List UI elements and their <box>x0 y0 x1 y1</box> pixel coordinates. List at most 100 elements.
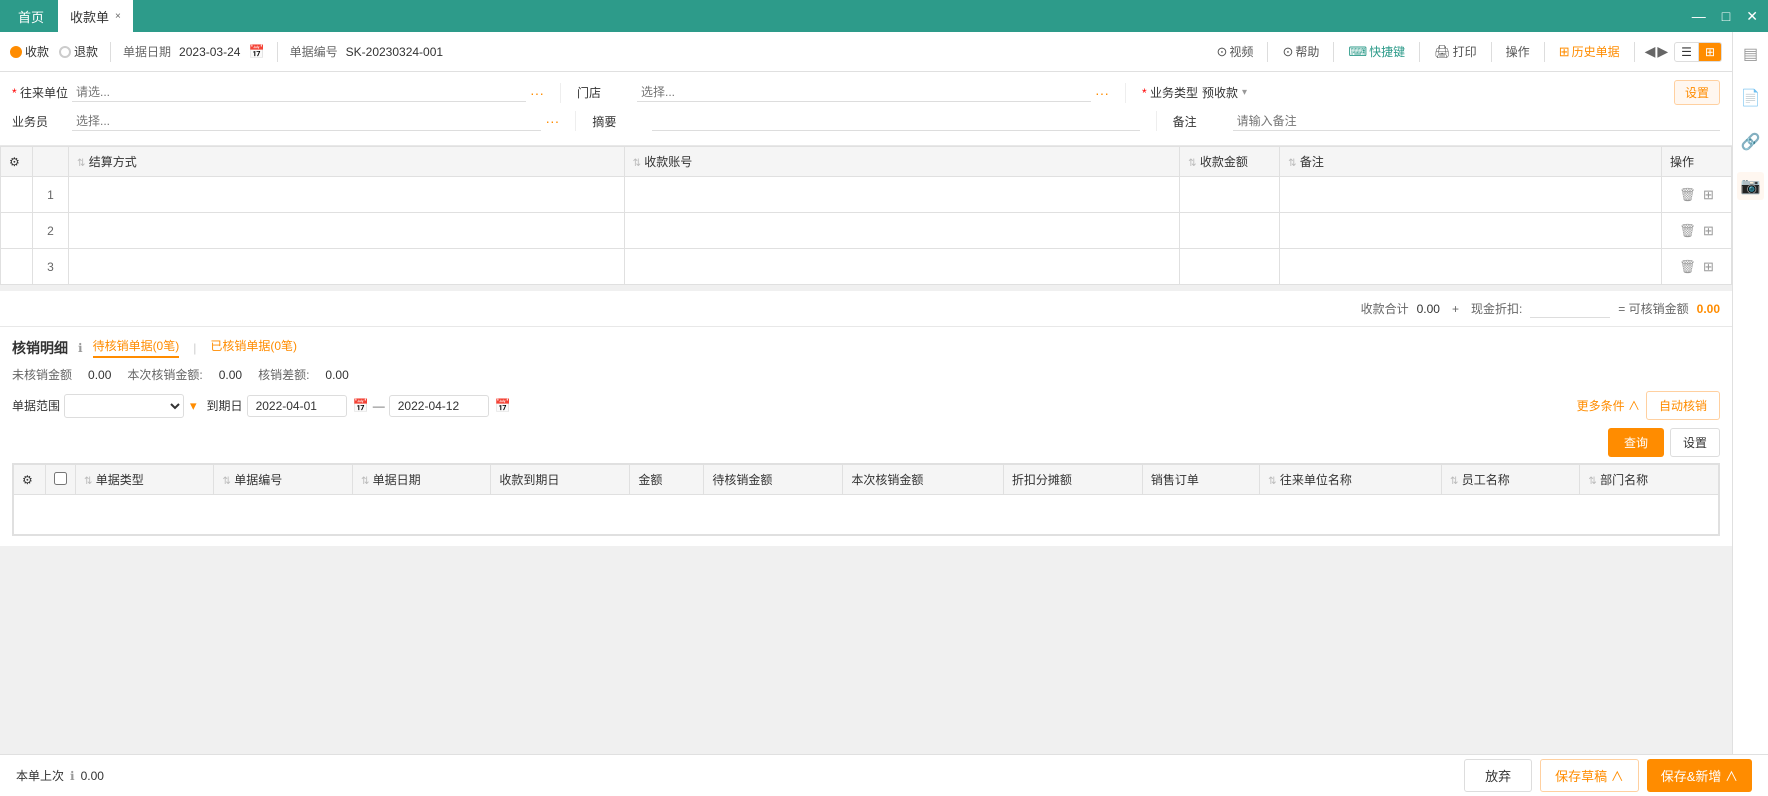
notes-input[interactable] <box>1233 112 1720 131</box>
date-to-calendar-icon[interactable]: 📅 <box>495 398 511 414</box>
vtable-check-header[interactable] <box>46 465 76 495</box>
settings-button[interactable]: 设置 <box>1674 80 1720 105</box>
row2-delete-icon[interactable]: 🗑 <box>1679 223 1696 238</box>
help-button[interactable]: ⊙ 帮助 <box>1278 41 1323 62</box>
verify-title: 核销明细 <box>12 338 68 358</box>
sidebar-link-icon[interactable]: 🔗 <box>1737 128 1765 156</box>
row3-settlement[interactable] <box>69 249 625 285</box>
vamount-label: 金额 <box>638 473 662 487</box>
row1-account[interactable] <box>624 177 1180 213</box>
video-button[interactable]: ⊙ 视频 <box>1213 41 1258 62</box>
right-sidebar: ▤ 📄 🔗 📷 <box>1732 32 1768 754</box>
nav-prev-icon[interactable]: ◀ <box>1645 43 1656 60</box>
tab-bar: 首页 收款单 × — □ ✕ <box>0 0 1768 32</box>
auto-verify-button[interactable]: 自动核销 <box>1646 391 1720 420</box>
counterpart-input[interactable] <box>72 83 526 102</box>
previous-info-icon[interactable]: ℹ <box>70 769 75 783</box>
table-gear-header[interactable]: ⚙ <box>1 147 33 177</box>
shortcut-button[interactable]: ⌨ 快捷键 <box>1344 41 1409 62</box>
row1-amount[interactable] <box>1180 177 1280 213</box>
verify-tab-pending[interactable]: 待核销单据(0笔) <box>93 337 180 358</box>
account-label: 收款账号 <box>644 155 692 169</box>
minimize-button[interactable]: — <box>1686 8 1712 24</box>
row3-amount[interactable] <box>1180 249 1280 285</box>
print-button[interactable]: 🖨 打印 <box>1430 41 1481 62</box>
operations-button[interactable]: 操作 <box>1502 41 1534 62</box>
tab-active[interactable]: 收款单 × <box>58 0 133 32</box>
tab-close-icon[interactable]: × <box>115 11 121 22</box>
history-label: 历史单据 <box>1572 43 1620 60</box>
save-new-button[interactable]: 保存&新增 ∧ <box>1647 759 1752 792</box>
sidebar-doc-icon[interactable]: 📄 <box>1737 84 1765 112</box>
summary-row: 收款合计 0.00 + 现金折扣: = 可核销金额 0.00 <box>0 291 1732 327</box>
salesman-label: 业务员 <box>12 113 72 130</box>
nav-next-icon[interactable]: ▶ <box>1657 43 1668 60</box>
field-divider-2 <box>1125 83 1126 103</box>
counterpart-more-icon[interactable]: ··· <box>530 85 544 101</box>
tab-active-label: 收款单 <box>70 7 109 26</box>
range-select[interactable] <box>64 394 184 418</box>
row3-delete-icon[interactable]: 🗑 <box>1679 259 1696 274</box>
diff-label: 核销差额: <box>258 366 309 383</box>
list-view-button[interactable]: ☰ <box>1675 43 1699 61</box>
verify-settings-button[interactable]: 设置 <box>1670 428 1720 457</box>
verify-header: 核销明细 ℹ 待核销单据(0笔) | 已核销单据(0笔) <box>12 337 1720 358</box>
table-num-header <box>33 147 69 177</box>
history-button[interactable]: ⊞ 历史单据 <box>1555 41 1624 62</box>
bottom-bar: 本单上次 ℹ 0.00 放弃 保存草稿 ∧ 保存&新增 ∧ <box>0 754 1768 796</box>
row1-copy-icon[interactable]: ⊞ <box>1703 187 1714 202</box>
vtable-type-header: ⇅ 单据类型 <box>76 465 214 495</box>
main-content: 收款 退款 单据日期 2023-03-24 📅 单据编号 SK-20230324… <box>0 32 1732 754</box>
vdate-sort: ⇅ <box>361 476 369 487</box>
divider-4 <box>1333 42 1334 62</box>
row2-amount[interactable] <box>1180 213 1280 249</box>
discard-button[interactable]: 放弃 <box>1464 759 1532 792</box>
row1-delete-icon[interactable]: 🗑 <box>1679 187 1696 202</box>
date-from-input[interactable] <box>247 395 347 417</box>
date-from-calendar-icon[interactable]: 📅 <box>353 398 369 414</box>
discount-input[interactable] <box>1530 299 1610 318</box>
sidebar-scan-icon[interactable]: 📷 <box>1737 172 1765 200</box>
toolbar: 收款 退款 单据日期 2023-03-24 📅 单据编号 SK-20230324… <box>0 32 1732 72</box>
vtable-date-header: ⇅ 单据日期 <box>352 465 490 495</box>
radio-refund[interactable]: 退款 <box>59 43 98 60</box>
row3-copy-icon[interactable]: ⊞ <box>1703 259 1714 274</box>
row1-settlement[interactable] <box>69 177 625 213</box>
save-draft-button[interactable]: 保存草稿 ∧ <box>1540 759 1639 792</box>
tab-home[interactable]: 首页 <box>4 0 58 32</box>
date-calendar-icon[interactable]: 📅 <box>248 44 264 60</box>
table-account-header: ⇅ 收款账号 <box>624 147 1180 177</box>
select-all-checkbox[interactable] <box>54 472 67 485</box>
shortcut-icon: ⌨ <box>1348 44 1367 60</box>
verify-section: 核销明细 ℹ 待核销单据(0笔) | 已核销单据(0笔) 未核销金额 0.00 … <box>0 327 1732 546</box>
row2-account[interactable] <box>624 213 1180 249</box>
more-filters-button[interactable]: 更多条件 ∧ <box>1577 391 1640 420</box>
range-label: 单据范围 <box>12 397 60 414</box>
verify-info-icon[interactable]: ℹ <box>78 341 83 355</box>
summary-input[interactable] <box>652 112 1139 131</box>
store-more-icon[interactable]: ··· <box>1095 85 1109 101</box>
close-button[interactable]: ✕ <box>1740 8 1764 25</box>
sidebar-table-icon[interactable]: ▤ <box>1739 40 1762 68</box>
store-input[interactable] <box>637 83 1091 102</box>
maximize-button[interactable]: □ <box>1716 8 1736 24</box>
row2-notes[interactable] <box>1280 213 1662 249</box>
radio-receive[interactable]: 收款 <box>10 43 49 60</box>
row2-num: 2 <box>33 213 69 249</box>
salesman-input[interactable] <box>72 112 541 131</box>
row2-settlement[interactable] <box>69 213 625 249</box>
row3-account[interactable] <box>624 249 1180 285</box>
radio-group: 收款 退款 <box>10 43 98 60</box>
vtable-gear-header[interactable]: ⚙ <box>14 465 46 495</box>
business-type-select[interactable]: 预收款 ▾ <box>1202 84 1247 101</box>
bottom-left: 本单上次 ℹ 0.00 <box>16 767 104 784</box>
query-button[interactable]: 查询 <box>1608 428 1664 457</box>
row2-copy-icon[interactable]: ⊞ <box>1703 223 1714 238</box>
row3-notes[interactable] <box>1280 249 1662 285</box>
verify-tab-done[interactable]: 已核销单据(0笔) <box>210 337 297 358</box>
date-to-input[interactable] <box>389 395 489 417</box>
row1-notes[interactable] <box>1280 177 1662 213</box>
print-label: 打印 <box>1453 43 1477 60</box>
grid-view-button[interactable]: ⊞ <box>1699 43 1721 61</box>
salesman-more-icon[interactable]: ··· <box>545 113 559 129</box>
